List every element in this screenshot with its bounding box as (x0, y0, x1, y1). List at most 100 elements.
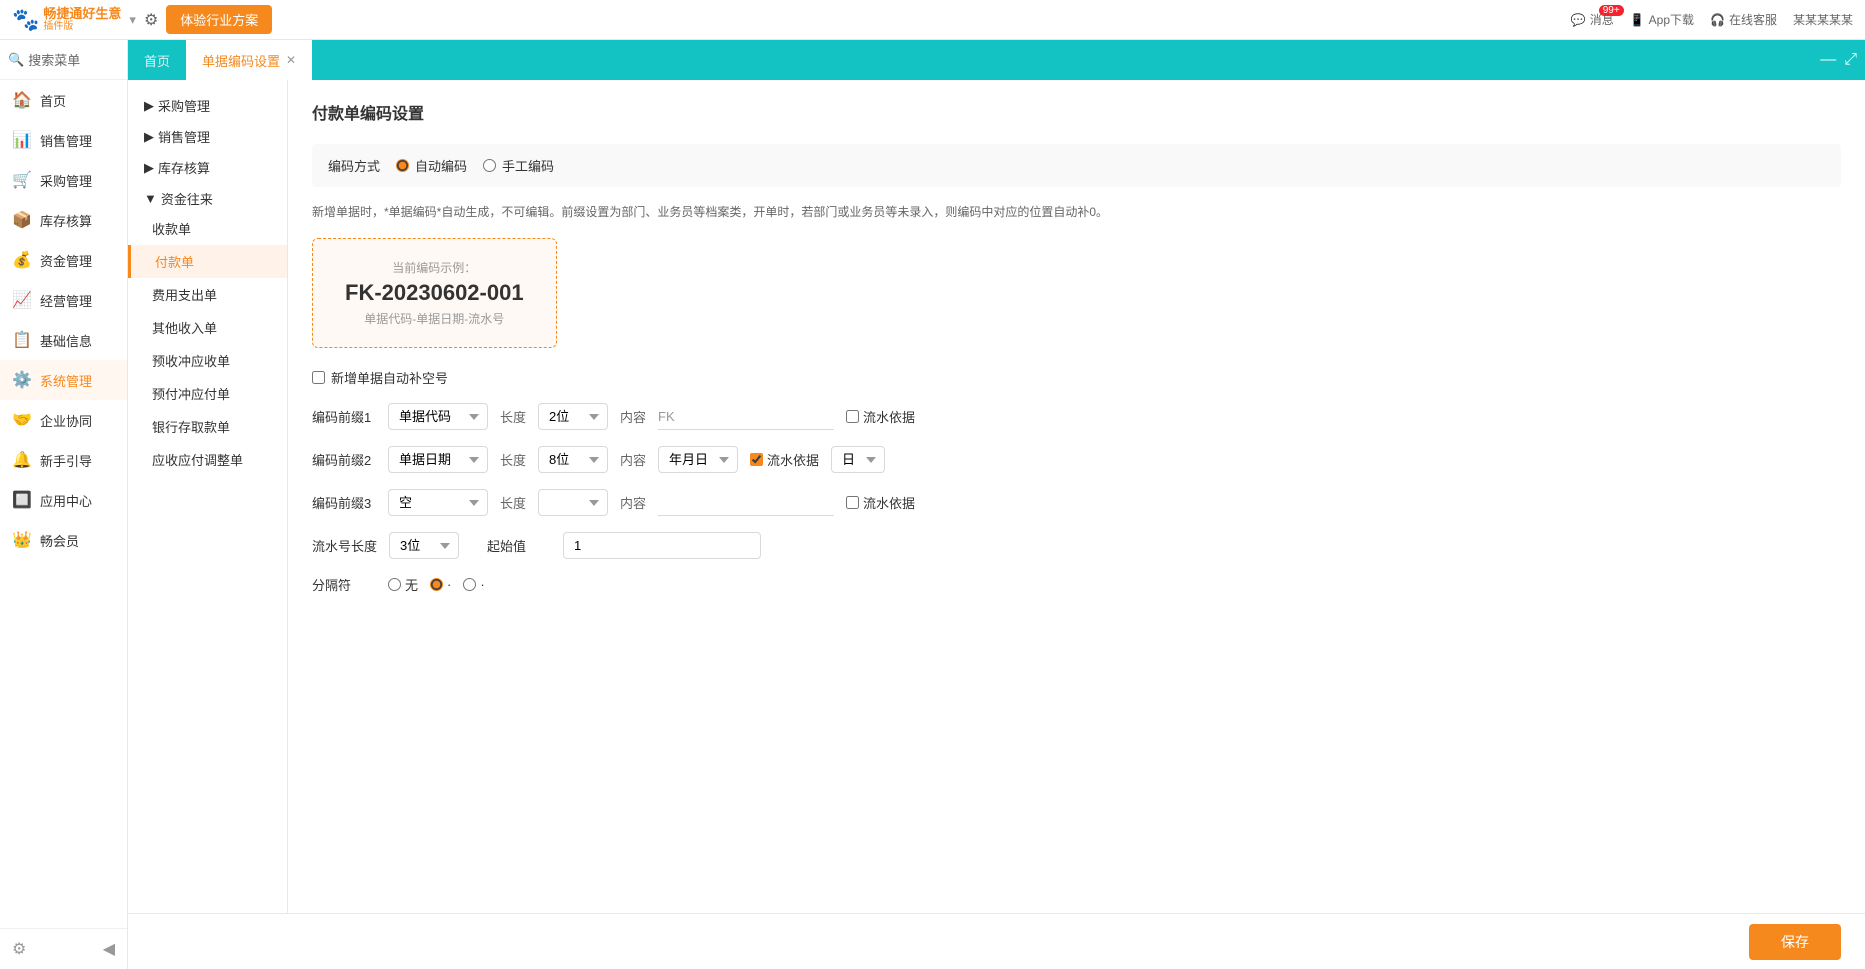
member-icon: 👑 (12, 530, 32, 550)
auto-fill-checkbox[interactable] (312, 371, 325, 384)
tab-expand-btn[interactable]: ⤢ (1844, 51, 1857, 69)
sidebar-item-home[interactable]: 🏠 首页 (0, 80, 127, 120)
tree-item-expense[interactable]: 费用支出单 (128, 278, 287, 311)
auto-encode-radio[interactable] (396, 159, 409, 172)
service-label: 在线客服 (1729, 11, 1777, 28)
tab-encode-settings[interactable]: 单据编码设置 ✕ (186, 40, 312, 80)
auto-encode-option[interactable]: 自动编码 (396, 156, 467, 175)
encoding-method-label: 编码方式 (328, 156, 380, 175)
separator-none-radio[interactable] (388, 578, 401, 591)
length3-select[interactable] (538, 489, 608, 516)
sidebar-item-finance[interactable]: 💰 资金管理 (0, 240, 127, 280)
tree-group-funds[interactable]: ▼ 资金往来 (128, 181, 287, 212)
start-value-input[interactable] (563, 532, 761, 559)
search-menu[interactable]: 🔍 搜索菜单 (0, 40, 127, 80)
separator-dot-label: · (447, 577, 451, 592)
tree-item-label: 应收应付调整单 (152, 453, 243, 468)
system-icon: ⚙️ (12, 370, 32, 390)
tree-group-sales[interactable]: ▶ 销售管理 (128, 119, 287, 150)
separator-label: 分隔符 (312, 575, 376, 594)
settings-gear-icon[interactable]: ⚙ (144, 10, 158, 30)
length2-select[interactable]: 8位 (538, 446, 608, 473)
tree-group-inventory[interactable]: ▶ 库存核算 (128, 150, 287, 181)
form-row-3: 编码前缀3 空 长度 内容 流水依据 (312, 489, 1841, 516)
watermark2-option[interactable]: 流水依据 (750, 450, 819, 469)
tree-item-label: 付款单 (155, 255, 194, 270)
tree-item-label: 预收冲应收单 (152, 354, 230, 369)
tab-home-label: 首页 (144, 51, 170, 70)
left-tree-nav: ▶ 采购管理 ▶ 销售管理 ▶ 库存核算 ▼ 资金往来 (128, 80, 288, 913)
separator-none-option[interactable]: 无 (388, 575, 418, 594)
manual-encode-option[interactable]: 手工编码 (483, 156, 554, 175)
app-icon: 📱 (1630, 13, 1645, 27)
tree-group-purchase[interactable]: ▶ 采购管理 (128, 88, 287, 119)
save-button[interactable]: 保存 (1749, 924, 1841, 960)
separator-row: 分隔符 无 · · (312, 575, 1841, 594)
form-row-1: 编码前缀1 单据代码 长度 2位 内容 流水依据 (312, 403, 1841, 430)
sidebar-item-label: 系统管理 (40, 371, 92, 390)
page-body: ▶ 采购管理 ▶ 销售管理 ▶ 库存核算 ▼ 资金往来 (128, 80, 1865, 913)
sidebar-item-collab[interactable]: 🤝 企业协同 (0, 400, 127, 440)
tree-item-prepay-receipt[interactable]: 预收冲应收单 (128, 344, 287, 377)
sidebar-item-label: 新手引导 (40, 451, 92, 470)
right-form: 付款单编码设置 编码方式 自动编码 手工编码 (288, 80, 1865, 913)
watermark3-checkbox[interactable] (846, 496, 859, 509)
separator-dash-radio[interactable] (463, 578, 476, 591)
tab-home[interactable]: 首页 (128, 40, 186, 80)
content3-input (658, 490, 834, 516)
tree-item-bank[interactable]: 银行存取款单 (128, 410, 287, 443)
tab-close-icon[interactable]: ✕ (286, 53, 296, 67)
search-icon: 🔍 (8, 52, 24, 68)
sidebar-item-purchase[interactable]: 🛒 采购管理 (0, 160, 127, 200)
trial-button[interactable]: 体验行业方案 (166, 5, 272, 34)
service-btn[interactable]: 🎧 在线客服 (1710, 11, 1777, 28)
app-download-btn[interactable]: 📱 App下载 (1630, 11, 1694, 28)
tree-item-receipt[interactable]: 收款单 (128, 212, 287, 245)
tree-group-label: 资金往来 (161, 189, 213, 208)
prefix3-select[interactable]: 空 (388, 489, 488, 516)
prefix2-select[interactable]: 单据日期 (388, 446, 488, 473)
tree-item-other-income[interactable]: 其他收入单 (128, 311, 287, 344)
tab-bar-actions: — ⤢ (1820, 51, 1865, 69)
tab-bar: 首页 单据编码设置 ✕ — ⤢ (128, 40, 1865, 80)
auto-fill-label[interactable]: 新增单据自动补空号 (331, 368, 448, 387)
sidebar-item-member[interactable]: 👑 畅会员 (0, 520, 127, 560)
length1-select[interactable]: 2位 (538, 403, 608, 430)
chevron-right-icon: ▶ (144, 98, 154, 114)
sidebar-item-basicinfo[interactable]: 📋 基础信息 (0, 320, 127, 360)
watermark1-checkbox[interactable] (846, 410, 859, 423)
manual-encode-radio[interactable] (483, 159, 496, 172)
serial-length-select[interactable]: 3位 (389, 532, 459, 559)
user-info[interactable]: 某某某某某 (1793, 11, 1853, 28)
watermark2-checkbox[interactable] (750, 453, 763, 466)
tree-item-adjustment[interactable]: 应收应付调整单 (128, 443, 287, 476)
separator-dot-option[interactable]: · (430, 577, 451, 592)
sidebar-item-sales[interactable]: 📊 销售管理 (0, 120, 127, 160)
encoding-method-row: 编码方式 自动编码 手工编码 (312, 144, 1841, 187)
brand-name: 畅捷通好生意 (43, 6, 121, 22)
sidebar-item-inventory[interactable]: 📦 库存核算 (0, 200, 127, 240)
sidebar-item-guide[interactable]: 🔔 新手引导 (0, 440, 127, 480)
main-layout: 🔍 搜索菜单 🏠 首页 📊 销售管理 🛒 采购管理 📦 库存核算 💰 资金管理 … (0, 40, 1865, 969)
guide-icon: 🔔 (12, 450, 32, 470)
day-select[interactable]: 日 (831, 446, 885, 473)
message-btn[interactable]: 💬 消息 99+ (1571, 11, 1614, 28)
tree-item-payment[interactable]: 付款单 (128, 245, 287, 278)
watermark1-option[interactable]: 流水依据 (846, 407, 915, 426)
tree-item-prepay-payment[interactable]: 预付冲应付单 (128, 377, 287, 410)
sidebar-item-operation[interactable]: 📈 经营管理 (0, 280, 127, 320)
collapse-icon[interactable]: ◀ (103, 939, 115, 959)
separator-dash-option[interactable]: · (463, 577, 484, 592)
sidebar-item-appcenter[interactable]: 🔲 应用中心 (0, 480, 127, 520)
sidebar-item-label: 企业协同 (40, 411, 92, 430)
tab-collapse-btn[interactable]: — (1820, 51, 1836, 69)
message-icon: 💬 (1571, 13, 1586, 27)
separator-none-label: 无 (405, 575, 418, 594)
separator-dot-radio[interactable] (430, 578, 443, 591)
dropdown-arrow[interactable]: ▾ (129, 12, 136, 28)
prefix1-select[interactable]: 单据代码 (388, 403, 488, 430)
settings-small-icon[interactable]: ⚙ (12, 939, 26, 959)
watermark3-option[interactable]: 流水依据 (846, 493, 915, 512)
sidebar-item-system[interactable]: ⚙️ 系统管理 (0, 360, 127, 400)
content2-select[interactable]: 年月日 (658, 446, 738, 473)
